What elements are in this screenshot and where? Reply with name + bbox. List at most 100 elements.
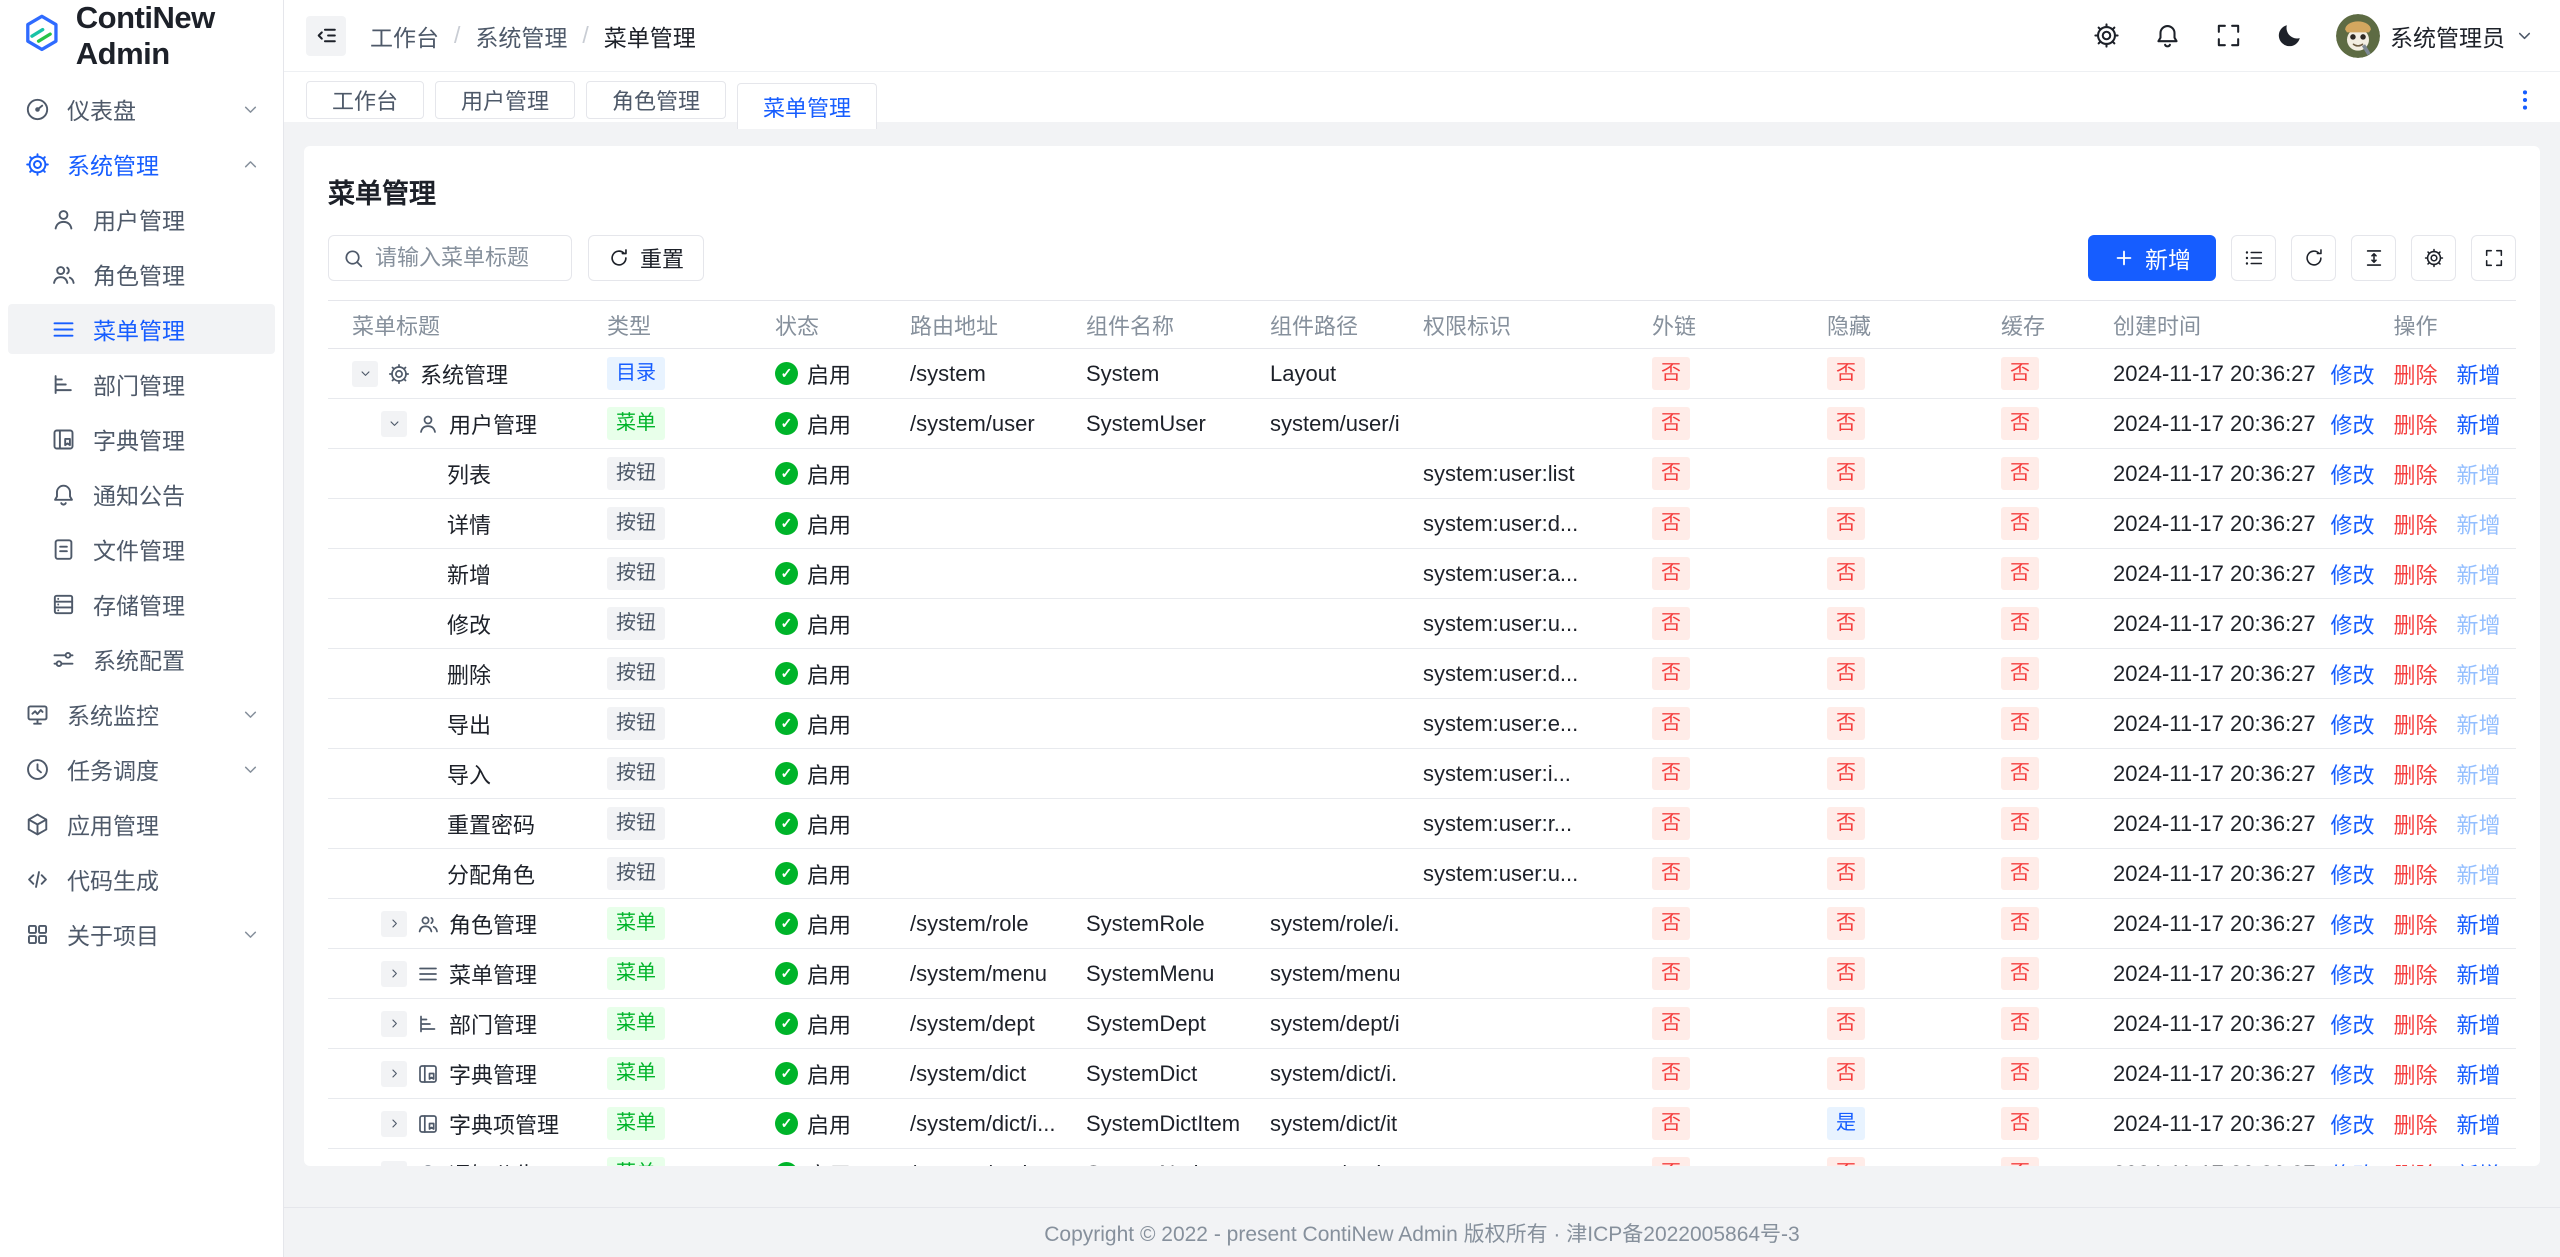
- user-menu[interactable]: 系统管理员: [2336, 14, 2534, 58]
- breadcrumb-item-系统管理[interactable]: 系统管理: [475, 19, 567, 53]
- reset-button[interactable]: 重置: [588, 235, 704, 281]
- delete-action[interactable]: 删除: [2393, 808, 2437, 840]
- breadcrumb-item-菜单管理[interactable]: 菜单管理: [604, 19, 696, 53]
- sidebar-item-文件管理[interactable]: 文件管理: [8, 524, 275, 574]
- chevron-down-icon: [240, 924, 261, 945]
- chevron-right-icon: [387, 916, 402, 931]
- sidebar-item-用户管理[interactable]: 用户管理: [8, 194, 275, 244]
- add-child-action[interactable]: 新增: [2457, 1158, 2501, 1167]
- tree-expand-toggle[interactable]: [381, 961, 407, 987]
- edit-action[interactable]: 修改: [2330, 508, 2374, 540]
- tree-expand-toggle[interactable]: [381, 1111, 407, 1137]
- edit-action[interactable]: 修改: [2330, 858, 2374, 890]
- delete-action[interactable]: 删除: [2393, 1158, 2437, 1167]
- list-view-button[interactable]: [2231, 235, 2276, 281]
- notifications-icon[interactable]: [2153, 21, 2182, 50]
- tab-角色管理[interactable]: 角色管理: [586, 81, 726, 119]
- delete-action[interactable]: 删除: [2393, 608, 2437, 640]
- delete-action[interactable]: 删除: [2393, 358, 2437, 390]
- sidebar-item-关于项目[interactable]: 关于项目: [8, 909, 275, 959]
- add-child-action[interactable]: 新增: [2457, 1108, 2501, 1140]
- edit-action[interactable]: 修改: [2330, 658, 2374, 690]
- delete-action[interactable]: 删除: [2393, 408, 2437, 440]
- component-name: SystemDictItem: [1062, 1099, 1246, 1149]
- table-settings-button[interactable]: [2411, 235, 2456, 281]
- delete-action[interactable]: 删除: [2393, 958, 2437, 990]
- sidebar-item-仪表盘[interactable]: 仪表盘: [8, 84, 275, 134]
- fullscreen-icon[interactable]: [2214, 21, 2243, 50]
- tab-用户管理[interactable]: 用户管理: [435, 81, 575, 119]
- dark-mode-icon[interactable]: [2275, 21, 2304, 50]
- edit-action[interactable]: 修改: [2330, 458, 2374, 490]
- edit-action[interactable]: 修改: [2330, 808, 2374, 840]
- tree-expand-toggle[interactable]: [381, 1011, 407, 1037]
- sidebar-item-任务调度[interactable]: 任务调度: [8, 744, 275, 794]
- tree-expand-toggle[interactable]: [381, 911, 407, 937]
- tree-expand-toggle[interactable]: [352, 361, 378, 387]
- tree-expand-toggle[interactable]: [381, 411, 407, 437]
- settings-icon[interactable]: [2092, 21, 2121, 50]
- breadcrumb-item-工作台[interactable]: 工作台: [370, 19, 439, 53]
- tab-工作台[interactable]: 工作台: [306, 81, 424, 119]
- sidebar-item-通知公告[interactable]: 通知公告: [8, 469, 275, 519]
- delete-action[interactable]: 删除: [2393, 558, 2437, 590]
- add-child-action[interactable]: 新增: [2457, 358, 2501, 390]
- add-child-action[interactable]: 新增: [2457, 408, 2501, 440]
- delete-action[interactable]: 删除: [2393, 758, 2437, 790]
- refresh-table-button[interactable]: [2291, 235, 2336, 281]
- component-path: [1246, 849, 1399, 899]
- sidebar-item-应用管理[interactable]: 应用管理: [8, 799, 275, 849]
- add-child-action[interactable]: 新增: [2457, 1058, 2501, 1090]
- add-child-action[interactable]: 新增: [2457, 1008, 2501, 1040]
- search-input[interactable]: [375, 245, 558, 271]
- edit-action[interactable]: 修改: [2330, 1058, 2374, 1090]
- sidebar-item-部门管理[interactable]: 部门管理: [8, 359, 275, 409]
- route-path: /system/menu: [886, 949, 1062, 999]
- sidebar-item-系统监控[interactable]: 系统监控: [8, 689, 275, 739]
- delete-action[interactable]: 删除: [2393, 458, 2437, 490]
- plus-icon: [2113, 247, 2135, 269]
- sidebar-item-系统管理[interactable]: 系统管理: [8, 139, 275, 189]
- delete-action[interactable]: 删除: [2393, 658, 2437, 690]
- add-child-action[interactable]: 新增: [2457, 908, 2501, 940]
- tab-菜单管理[interactable]: 菜单管理: [737, 83, 877, 129]
- delete-action[interactable]: 删除: [2393, 1058, 2437, 1090]
- edit-action[interactable]: 修改: [2330, 958, 2374, 990]
- edit-action[interactable]: 修改: [2330, 408, 2374, 440]
- yes-no-badge: 否: [2001, 807, 2039, 840]
- edit-action[interactable]: 修改: [2330, 358, 2374, 390]
- delete-action[interactable]: 删除: [2393, 508, 2437, 540]
- sidebar-collapse-button[interactable]: [306, 16, 346, 56]
- sidebar-item-代码生成[interactable]: 代码生成: [8, 854, 275, 904]
- edit-action[interactable]: 修改: [2330, 908, 2374, 940]
- tabs-more-button[interactable]: [2512, 87, 2538, 113]
- edit-action[interactable]: 修改: [2330, 1108, 2374, 1140]
- tree-expand-toggle[interactable]: [381, 1161, 407, 1167]
- edit-action[interactable]: 修改: [2330, 1158, 2374, 1167]
- sidebar-item-存储管理[interactable]: 存储管理: [8, 579, 275, 629]
- edit-action[interactable]: 修改: [2330, 558, 2374, 590]
- table-fullscreen-button[interactable]: [2471, 235, 2516, 281]
- yes-no-badge: 否: [2001, 557, 2039, 590]
- row-height-button[interactable]: [2351, 235, 2396, 281]
- edit-action[interactable]: 修改: [2330, 708, 2374, 740]
- add-child-action[interactable]: 新增: [2457, 958, 2501, 990]
- sidebar-item-字典管理[interactable]: 字典管理: [8, 414, 275, 464]
- sidebar-item-系统配置[interactable]: 系统配置: [8, 634, 275, 684]
- delete-action[interactable]: 删除: [2393, 858, 2437, 890]
- edit-action[interactable]: 修改: [2330, 1008, 2374, 1040]
- delete-action[interactable]: 删除: [2393, 1108, 2437, 1140]
- copyright-text: Copyright © 2022 - present ContiNew Admi…: [1044, 1218, 1799, 1248]
- delete-action[interactable]: 删除: [2393, 1008, 2437, 1040]
- delete-action[interactable]: 删除: [2393, 908, 2437, 940]
- users-icon: [50, 261, 77, 288]
- add-child-action: 新增: [2457, 858, 2501, 890]
- edit-action[interactable]: 修改: [2330, 608, 2374, 640]
- add-button[interactable]: 新增: [2088, 235, 2216, 281]
- tree-expand-toggle[interactable]: [381, 1061, 407, 1087]
- sidebar-item-菜单管理[interactable]: 菜单管理: [8, 304, 275, 354]
- sidebar-item-角色管理[interactable]: 角色管理: [8, 249, 275, 299]
- edit-action[interactable]: 修改: [2330, 758, 2374, 790]
- delete-action[interactable]: 删除: [2393, 708, 2437, 740]
- yes-no-badge: 否: [1827, 407, 1865, 440]
